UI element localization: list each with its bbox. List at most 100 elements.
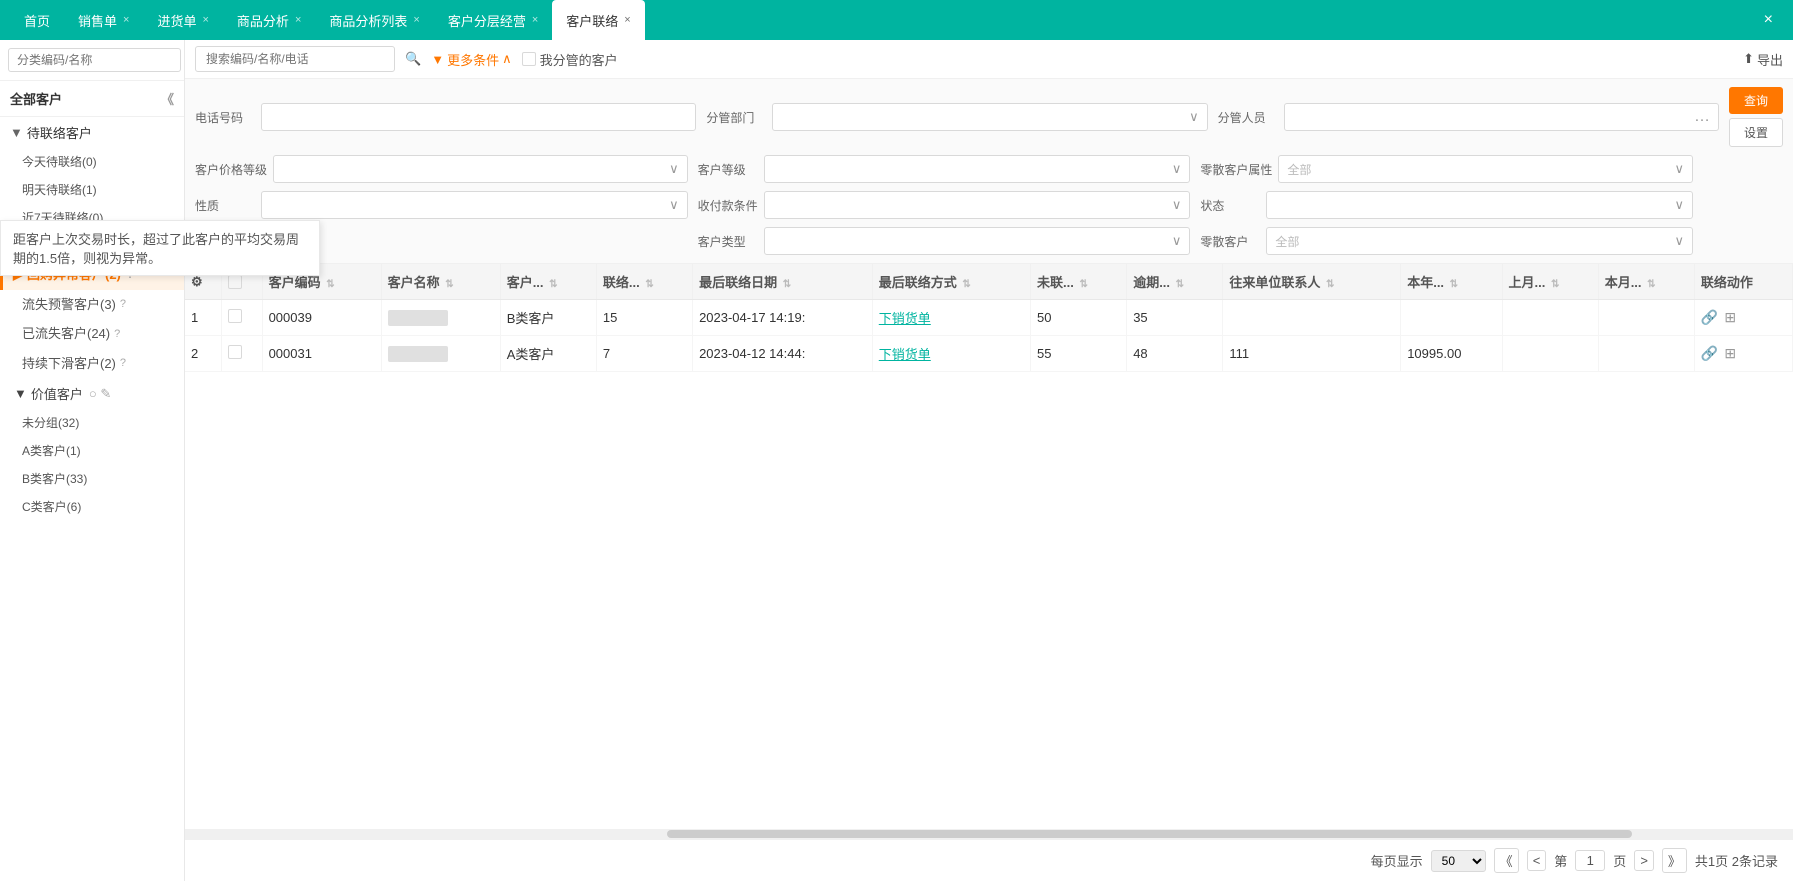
name-sort-icon[interactable]: ⇅ <box>445 279 453 290</box>
query-button[interactable]: 查询 <box>1729 87 1783 114</box>
row2-link-icon[interactable]: 🔗 <box>1701 345 1718 362</box>
col-contact-count: 联络... ⇅ <box>596 264 692 300</box>
row1-link[interactable]: 下销货单 <box>879 311 931 326</box>
content-area: 🔍 ▼ 更多条件 ∧ 我分管的客户 ⬆ 导出 电话号码 <box>185 40 1793 881</box>
declining-info-icon[interactable]: ? <box>120 355 126 372</box>
filter-row-3: 性质 ∨ 收付款条件 ∨ 状态 <box>195 191 1783 219</box>
sidebar-collapse-button[interactable]: 《 <box>161 89 174 108</box>
close-segment-tab[interactable]: × <box>532 14 538 26</box>
nav-product-analysis-list[interactable]: 商品分析列表 × <box>315 0 433 40</box>
pending-contact-label: 待联络客户 <box>27 123 92 142</box>
sidebar-item-class-a[interactable]: A类客户(1) <box>0 437 184 465</box>
nav-product-analysis[interactable]: 商品分析 × <box>223 0 315 40</box>
sidebar-item-churn-warning[interactable]: 流失预警客户(3) ? <box>0 290 184 320</box>
nav-sales[interactable]: 销售单 × <box>64 0 143 40</box>
dept-dropdown[interactable]: ∨ <box>772 103 1207 131</box>
retail-customer-dropdown[interactable]: 全部 ∨ <box>1266 227 1693 255</box>
horizontal-scrollbar[interactable] <box>185 829 1793 839</box>
prev-page-button[interactable]: < <box>1527 850 1547 871</box>
nav-customer-contact[interactable]: 客户联络 × <box>552 0 644 40</box>
method-sort-icon[interactable]: ⇅ <box>962 279 970 290</box>
nav-purchase[interactable]: 进货单 × <box>143 0 222 40</box>
person-input[interactable]: … <box>1284 103 1719 131</box>
col-customer-name: 客户名称 ⇅ <box>381 264 500 300</box>
sidebar-item-class-c[interactable]: C类客户(6) <box>0 493 184 521</box>
retail-attr-dropdown[interactable]: 全部 ∨ <box>1278 155 1693 183</box>
value-customers-edit-icon[interactable]: ○ ✎ <box>89 386 111 402</box>
pagination: 每页显示 20 50 100 《 < 第 1 页 > 》 共1页 2条记录 <box>185 839 1793 881</box>
customer-type-dropdown[interactable]: ∨ <box>764 227 1191 255</box>
status-dropdown[interactable]: ∨ <box>1266 191 1693 219</box>
filter-row-1: 电话号码 分管部门 ∨ 分管人员 … <box>195 87 1783 147</box>
sidebar-item-class-b[interactable]: B类客户(33) <box>0 465 184 493</box>
settings-button[interactable]: 设置 <box>1729 118 1783 147</box>
pending-arrow-icon: ▼ <box>10 125 23 140</box>
per-page-select[interactable]: 20 50 100 <box>1431 850 1486 872</box>
row1-type: B类客户 <box>500 300 596 336</box>
sidebar-item-tomorrow[interactable]: 明天待联络(1) <box>0 176 184 204</box>
nature-dropdown[interactable]: ∨ <box>261 191 688 219</box>
close-contact-tab[interactable]: × <box>624 14 630 26</box>
current-page[interactable]: 1 <box>1575 850 1605 871</box>
churned-info-icon[interactable]: ? <box>114 326 120 343</box>
sidebar-item-churned[interactable]: 已流失客户(24) ? <box>0 319 184 349</box>
type-sort-icon[interactable]: ⇅ <box>549 279 557 290</box>
year-sort-icon[interactable]: ⇅ <box>1450 279 1458 290</box>
phone-label: 电话号码 <box>195 109 255 126</box>
this-month-sort-icon[interactable]: ⇅ <box>1647 279 1655 290</box>
col-last-month: 上月... ⇅ <box>1502 264 1598 300</box>
row2-checkbox[interactable] <box>221 336 262 372</box>
phone-input[interactable] <box>261 103 696 131</box>
date-sort-icon[interactable]: ⇅ <box>783 279 791 290</box>
more-conditions-button[interactable]: ▼ 更多条件 ∧ <box>431 50 511 69</box>
my-customers-label: 我分管的客户 <box>540 50 618 69</box>
close-product-list-tab[interactable]: × <box>413 14 419 26</box>
customer-level-dropdown[interactable]: ∨ <box>764 155 1191 183</box>
my-customers-filter[interactable]: 我分管的客户 <box>522 50 618 69</box>
close-purchase-tab[interactable]: × <box>202 14 208 26</box>
tooltip-box: 距客户上次交易时长，超过了此客户的平均交易周期的1.5倍，则视为异常。 <box>0 220 320 276</box>
row2-grid-icon[interactable]: ⊞ <box>1724 345 1736 362</box>
row2-link[interactable]: 下销货单 <box>879 347 931 362</box>
sidebar-item-declining[interactable]: 持续下滑客户(2) ? <box>0 349 184 379</box>
my-customers-checkbox[interactable] <box>522 52 536 66</box>
last-month-sort-icon[interactable]: ⇅ <box>1551 279 1559 290</box>
nav-home[interactable]: 首页 <box>10 0 64 40</box>
row1-grid-icon[interactable]: ⊞ <box>1724 309 1736 326</box>
value-customers-arrow: ▼ <box>14 386 27 401</box>
data-table-container: ⚙ 客户编码 ⇅ 客户名称 ⇅ 客户... ⇅ 联络... ⇅ 最后联络日期 ⇅… <box>185 264 1793 829</box>
close-sales-tab[interactable]: × <box>123 14 129 26</box>
close-product-analysis-tab[interactable]: × <box>295 14 301 26</box>
contact-sort-icon[interactable]: ⇅ <box>645 279 653 290</box>
sidebar-item-ungroup[interactable]: 未分组(32) <box>0 409 184 437</box>
search-input[interactable] <box>195 46 395 72</box>
sidebar-item-today[interactable]: 今天待联络(0) <box>0 148 184 176</box>
filter-retail-customer: 零散客户 全部 ∨ <box>1200 227 1693 255</box>
scrollbar-thumb[interactable] <box>667 830 1632 838</box>
row1-link-icon[interactable]: 🔗 <box>1701 309 1718 326</box>
search-button[interactable]: 🔍 <box>405 51 421 67</box>
nav-customer-segment[interactable]: 客户分层经营 × <box>434 0 552 40</box>
sidebar-value-customers-header[interactable]: ▼ 价值客户 ○ ✎ <box>0 378 184 409</box>
code-sort-icon[interactable]: ⇅ <box>326 279 334 290</box>
row2-type: A类客户 <box>500 336 596 372</box>
close-window-button[interactable]: × <box>1754 11 1783 29</box>
first-page-button[interactable]: 《 <box>1494 848 1519 873</box>
payment-label: 收付款条件 <box>698 197 758 214</box>
export-button[interactable]: ⬆ 导出 <box>1743 50 1783 69</box>
filter-nature: 性质 ∨ <box>195 191 688 219</box>
nature-label: 性质 <box>195 197 255 214</box>
row1-last-date: 2023-04-17 14:19: <box>693 300 873 336</box>
payment-dropdown[interactable]: ∨ <box>764 191 1191 219</box>
sidebar-section-pending[interactable]: ▼ 待联络客户 <box>0 117 184 148</box>
person-sort-icon[interactable]: ⇅ <box>1326 279 1334 290</box>
row1-checkbox[interactable] <box>221 300 262 336</box>
price-level-dropdown[interactable]: ∨ <box>273 155 688 183</box>
churn-warning-info-icon[interactable]: ? <box>120 296 126 313</box>
chevron-down-icon: ∧ <box>502 51 512 67</box>
unlinked-sort-icon[interactable]: ⇅ <box>1079 279 1087 290</box>
overdue-sort-icon[interactable]: ⇅ <box>1176 279 1184 290</box>
next-page-button[interactable]: > <box>1634 850 1654 871</box>
sidebar-search-input[interactable] <box>8 48 181 72</box>
last-page-button[interactable]: 》 <box>1662 848 1687 873</box>
